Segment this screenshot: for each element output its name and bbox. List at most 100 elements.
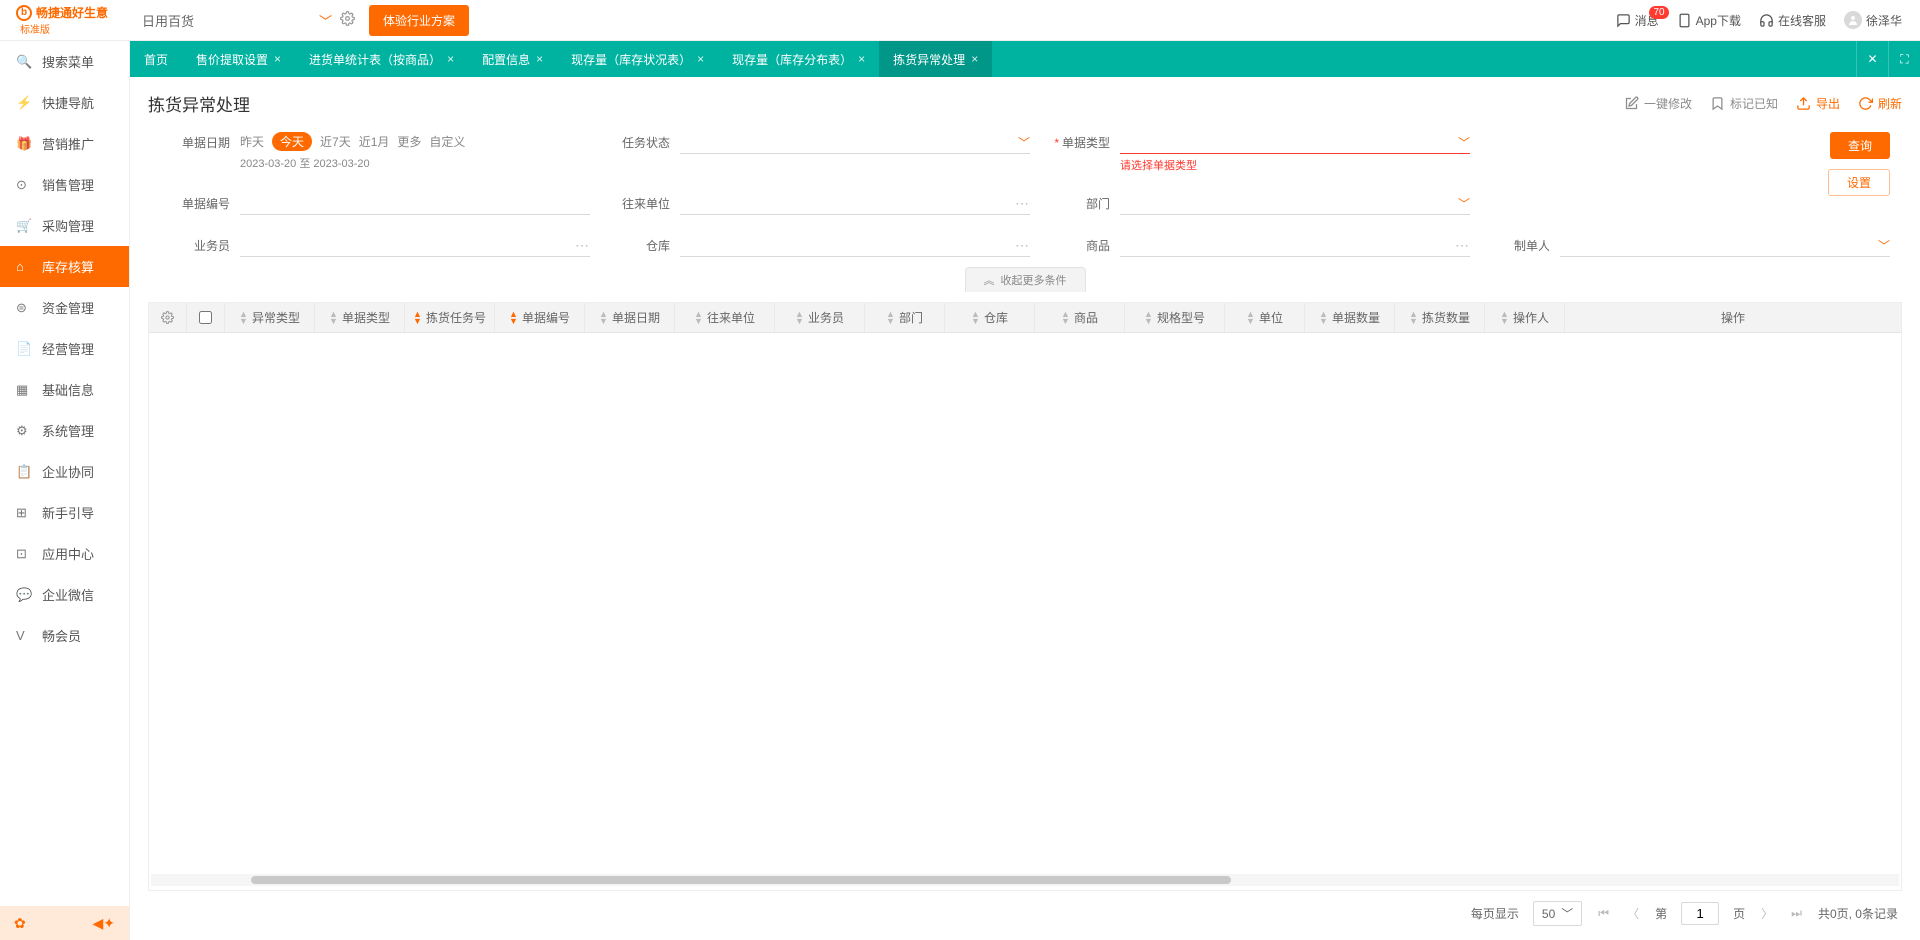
mark-known-action[interactable]: 标记已知 [1710,95,1778,112]
vendor-input[interactable]: ⋯ [680,193,1030,215]
query-button[interactable]: 查询 [1830,132,1890,159]
column-header-1[interactable]: ▲▼单据类型 [315,303,405,332]
dept-select[interactable]: ﹀ [1120,193,1470,215]
tab-2[interactable]: 进货单统计表（按商品）× [295,41,468,77]
app-download-button[interactable]: App下载 [1677,12,1741,29]
sidebar-item-5[interactable]: ⌂库存核算 [0,246,129,287]
settings-icon[interactable] [340,11,355,29]
sidebar-item-10[interactable]: 📋企业协同 [0,451,129,492]
tab-close-icon[interactable]: × [274,52,281,66]
tab-bar: 首页售价提取设置×进货单统计表（按商品）×配置信息×现存量（库存状况表）×现存量… [130,41,1920,77]
doc-type-select[interactable]: ﹀ [1120,132,1470,154]
date-tag-today[interactable]: 今天 [272,132,312,151]
settings-button[interactable]: 设置 [1828,169,1890,196]
date-tag-more[interactable]: 更多 [397,133,421,150]
date-tag-7d[interactable]: 近7天 [320,133,351,150]
tab-close-icon[interactable]: × [697,52,704,66]
column-header-5[interactable]: ▲▼往来单位 [675,303,775,332]
sidebar-item-0[interactable]: 🔍搜索菜单 [0,41,129,82]
sidebar-collapse-icon[interactable]: ◀✦ [93,915,116,932]
tab-5[interactable]: 现存量（库存分布表）× [718,41,879,77]
sidebar-item-12[interactable]: ⊡应用中心 [0,533,129,574]
tab-expand[interactable]: ⛶ [1888,41,1920,77]
doc-no-input[interactable] [240,193,590,215]
goods-input[interactable]: ⋯ [1120,235,1470,257]
maker-select[interactable]: ﹀ [1560,235,1890,257]
date-tag-yesterday[interactable]: 昨天 [240,133,264,150]
tab-6[interactable]: 拣货异常处理× [879,41,992,77]
pager-last[interactable]: ⏭ [1789,906,1804,921]
user-menu[interactable]: 徐泽华 [1844,11,1902,29]
export-icon [1796,96,1811,111]
page-title: 拣货异常处理 [148,91,250,116]
column-header-14[interactable]: ▲▼操作人 [1485,303,1565,332]
column-header-3[interactable]: ▲▼单据编号 [495,303,585,332]
more-icon: ⋯ [1015,195,1030,212]
column-header-6[interactable]: ▲▼业务员 [775,303,865,332]
tab-1[interactable]: 售价提取设置× [182,41,295,77]
clerk-input[interactable]: ⋯ [240,235,590,257]
batch-edit-action[interactable]: 一键修改 [1624,95,1692,112]
select-all-checkbox[interactable] [187,303,225,332]
column-header-0[interactable]: ▲▼异常类型 [225,303,315,332]
field-maker: 制单人 ﹀ [1480,235,1890,257]
column-settings[interactable] [149,303,187,332]
column-header-9[interactable]: ▲▼商品 [1035,303,1125,332]
tab-close-icon[interactable]: × [536,52,543,66]
horizontal-scrollbar[interactable] [151,874,1899,886]
column-header-12[interactable]: ▲▼单据数量 [1305,303,1395,332]
column-header-7[interactable]: ▲▼部门 [865,303,945,332]
export-action[interactable]: 导出 [1796,95,1840,112]
sidebar-item-label: 基础信息 [42,380,94,399]
pager-next[interactable]: 〉 [1759,905,1775,922]
sidebar-item-13[interactable]: 💬企业微信 [0,574,129,615]
sidebar-item-9[interactable]: ⚙系统管理 [0,410,129,451]
column-header-4[interactable]: ▲▼单据日期 [585,303,675,332]
column-header-11[interactable]: ▲▼单位 [1225,303,1305,332]
sidebar-item-7[interactable]: 📄经营管理 [0,328,129,369]
sidebar-item-4[interactable]: 🛒采购管理 [0,205,129,246]
column-header-10[interactable]: ▲▼规格型号 [1125,303,1225,332]
sidebar-icon: 📋 [16,464,32,480]
field-goods-label: 商品 [1040,235,1120,254]
tab-close-icon[interactable]: × [971,52,978,66]
sidebar-item-label: 畅会员 [42,626,81,645]
pager-first[interactable]: ⏮ [1596,906,1611,921]
tab-close-icon[interactable]: × [858,52,865,66]
chevron-down-icon: ﹀ [1561,905,1573,922]
field-vendor-label: 往来单位 [600,193,680,212]
sidebar-item-6[interactable]: ⊜资金管理 [0,287,129,328]
tab-close-icon[interactable]: × [447,52,454,66]
tab-3[interactable]: 配置信息× [468,41,557,77]
warehouse-input[interactable]: ⋯ [680,235,1030,257]
tab-0[interactable]: 首页 [130,41,182,77]
pager-prev[interactable]: 〈 [1625,905,1641,922]
sidebar-item-11[interactable]: ⊞新手引导 [0,492,129,533]
column-header-8[interactable]: ▲▼仓库 [945,303,1035,332]
date-tag-1m[interactable]: 近1月 [359,133,390,150]
message-icon [1616,13,1631,28]
page-size-select[interactable]: 50 ﹀ [1533,901,1582,926]
cta-experience-button[interactable]: 体验行业方案 [369,5,469,36]
column-header-2[interactable]: ▲▼拣货任务号 [405,303,495,332]
column-label: 往来单位 [707,309,755,326]
sidebar-settings-icon[interactable]: ✿ [14,915,26,932]
tab-close-all[interactable]: ✕ [1856,41,1888,77]
sidebar-item-14[interactable]: V畅会员 [0,615,129,656]
tab-4[interactable]: 现存量（库存状况表）× [557,41,718,77]
messages-button[interactable]: 消息 70 [1616,12,1659,29]
column-label: 单据类型 [342,309,390,326]
pager-page-input[interactable] [1681,902,1719,925]
phone-icon [1677,13,1692,28]
sidebar-item-3[interactable]: ⊙销售管理 [0,164,129,205]
date-tag-custom[interactable]: 自定义 [429,133,465,150]
sidebar-item-2[interactable]: 🎁营销推广 [0,123,129,164]
column-header-13[interactable]: ▲▼拣货数量 [1395,303,1485,332]
industry-selector[interactable]: 日用百货 ﹀ [142,11,332,30]
sidebar-item-8[interactable]: ▦基础信息 [0,369,129,410]
online-service-button[interactable]: 在线客服 [1759,12,1826,29]
collapse-filters-toggle[interactable]: ︽ 收起更多条件 [965,267,1086,292]
task-status-select[interactable]: ﹀ [680,132,1030,154]
sidebar-item-1[interactable]: ⚡快捷导航 [0,82,129,123]
refresh-action[interactable]: 刷新 [1858,95,1902,112]
